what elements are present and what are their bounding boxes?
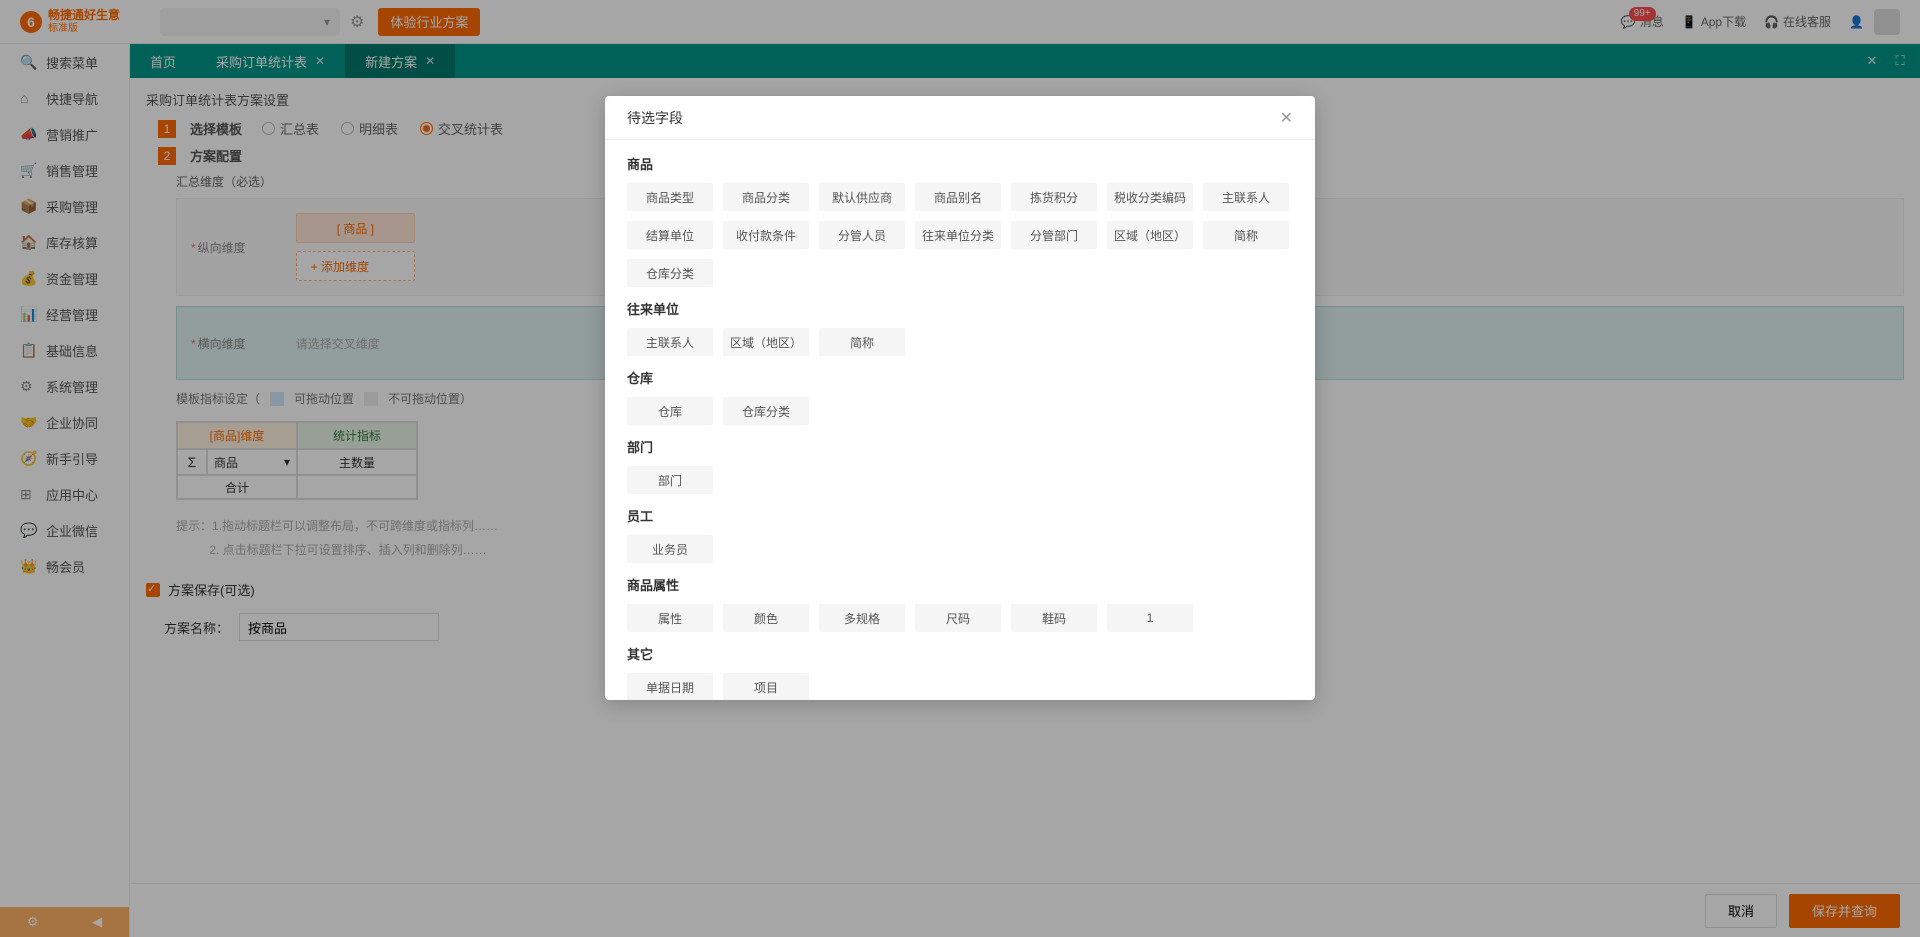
field-item[interactable]: 默认供应商 [819,183,905,211]
field-item[interactable]: 商品别名 [915,183,1001,211]
field-group-6: 其它单据日期项目 [627,644,1293,700]
field-item[interactable]: 1 [1107,604,1193,632]
field-item[interactable]: 仓库分类 [627,259,713,287]
field-group-title: 仓库 [627,368,1293,387]
field-item[interactable]: 区域（地区） [1107,221,1193,249]
field-item[interactable]: 鞋码 [1011,604,1097,632]
field-item[interactable]: 单据日期 [627,673,713,700]
field-group-title: 商品属性 [627,575,1293,594]
field-item[interactable]: 商品分类 [723,183,809,211]
modal-title: 待选字段 [627,108,683,128]
field-item[interactable]: 往来单位分类 [915,221,1001,249]
field-group-title: 员工 [627,506,1293,525]
field-group-4: 员工业务员 [627,506,1293,563]
field-group-title: 往来单位 [627,299,1293,318]
field-selector-modal: 待选字段 ✕ 商品商品类型商品分类默认供应商商品别名拣货积分税收分类编码主联系人… [605,96,1315,700]
modal-close-icon[interactable]: ✕ [1280,108,1293,128]
field-item[interactable]: 税收分类编码 [1107,183,1193,211]
field-item[interactable]: 商品类型 [627,183,713,211]
field-group-title: 商品 [627,154,1293,173]
field-item[interactable]: 属性 [627,604,713,632]
field-group-title: 其它 [627,644,1293,663]
field-item[interactable]: 结算单位 [627,221,713,249]
field-group-title: 部门 [627,437,1293,456]
field-group-3: 部门部门 [627,437,1293,494]
field-item[interactable]: 多规格 [819,604,905,632]
field-item[interactable]: 部门 [627,466,713,494]
field-item[interactable]: 仓库 [627,397,713,425]
field-item[interactable]: 分管人员 [819,221,905,249]
field-item[interactable]: 简称 [1203,221,1289,249]
field-item[interactable]: 区域（地区） [723,328,809,356]
field-item[interactable]: 简称 [819,328,905,356]
field-item[interactable]: 主联系人 [1203,183,1289,211]
field-item[interactable]: 收付款条件 [723,221,809,249]
field-group-0: 商品商品类型商品分类默认供应商商品别名拣货积分税收分类编码主联系人结算单位收付款… [627,154,1293,287]
field-group-1: 往来单位主联系人区域（地区） 简称 [627,299,1293,356]
field-item[interactable]: 业务员 [627,535,713,563]
field-item[interactable]: 项目 [723,673,809,700]
field-item[interactable]: 分管部门 [1011,221,1097,249]
field-item[interactable]: 仓库分类 [723,397,809,425]
field-group-2: 仓库仓库仓库分类 [627,368,1293,425]
field-item[interactable]: 主联系人 [627,328,713,356]
field-item[interactable]: 尺码 [915,604,1001,632]
field-group-5: 商品属性属性颜色多规格尺码鞋码 1 [627,575,1293,632]
field-item[interactable]: 拣货积分 [1011,183,1097,211]
field-item[interactable]: 颜色 [723,604,809,632]
